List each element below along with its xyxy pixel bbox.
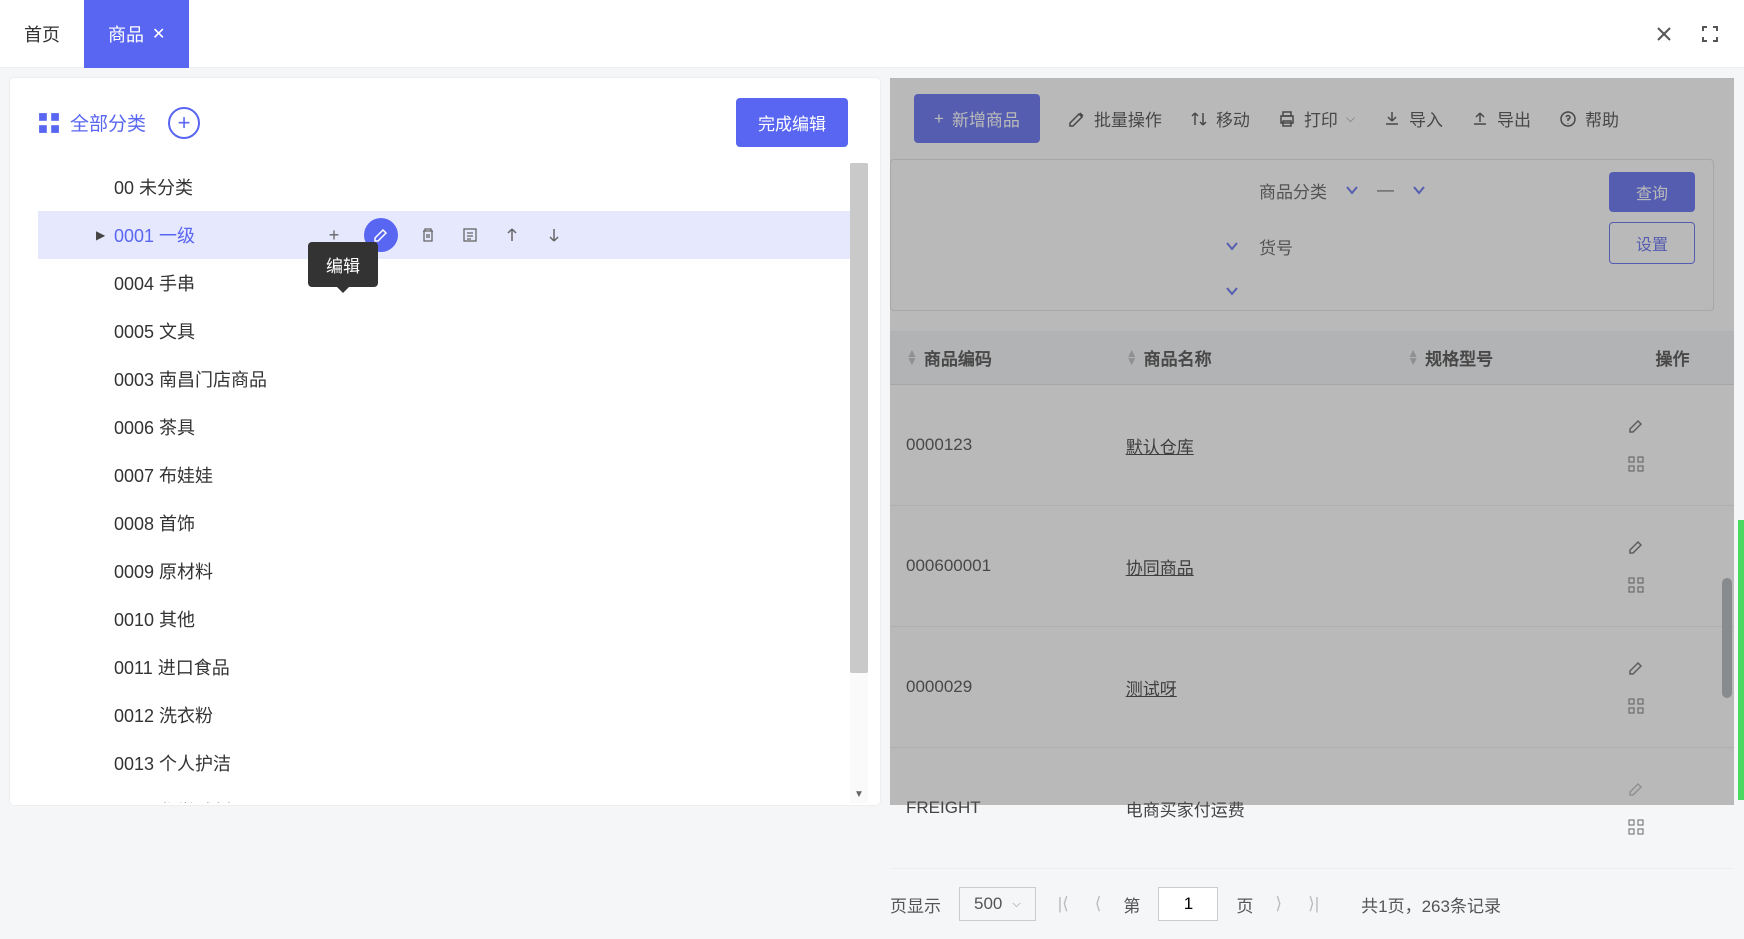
tree-item[interactable]: 0009 原材料: [38, 547, 868, 595]
product-content: +新增商品 批量操作 移动 打印 ⌵ 导入: [890, 78, 1734, 805]
last-page-button[interactable]: ⟩|: [1304, 894, 1323, 914]
tree-item[interactable]: 0013 个人护洁: [38, 739, 868, 787]
per-page-label: 页显示: [890, 892, 941, 917]
close-all-icon[interactable]: [1646, 16, 1682, 52]
fullscreen-icon[interactable]: [1692, 16, 1728, 52]
tree-item[interactable]: 0011 进口食品: [38, 643, 868, 691]
page-input[interactable]: [1158, 887, 1218, 921]
tree-item[interactable]: 0003 南昌门店商品: [38, 355, 868, 403]
tree-item[interactable]: 00 未分类: [38, 163, 868, 211]
category-tree: 00 未分类▶0001 一级+0004 手串0005 文具0003 南昌门店商品…: [38, 163, 868, 803]
delete-button[interactable]: [416, 223, 440, 247]
tab-product[interactable]: 商品 ✕: [84, 0, 189, 68]
tab-bar: 首页 商品 ✕: [0, 0, 1744, 68]
tree-item[interactable]: ▶0001 一级+: [38, 211, 868, 259]
tree-item[interactable]: 0010 其他: [38, 595, 868, 643]
close-icon[interactable]: ✕: [152, 24, 165, 44]
category-panel: 全部分类 + 完成编辑 编辑 00 未分类▶0001 一级+0004 手串000…: [10, 78, 880, 805]
page-pre-label: 第: [1123, 892, 1140, 917]
next-page-button[interactable]: ⟩: [1271, 894, 1286, 914]
finish-edit-button[interactable]: 完成编辑: [736, 98, 848, 147]
resize-indicator: [1738, 520, 1744, 800]
add-category-button[interactable]: +: [168, 107, 200, 139]
page-post-label: 页: [1236, 892, 1253, 917]
edit-tooltip: 编辑: [308, 242, 378, 287]
tree-item[interactable]: 0005 文具: [38, 307, 868, 355]
tree-item[interactable]: 0007 布娃娃: [38, 451, 868, 499]
scrollbar-thumb[interactable]: [850, 163, 868, 673]
caret-icon: ▶: [96, 228, 105, 242]
tree-item[interactable]: 0012 洗衣粉: [38, 691, 868, 739]
row-more-button[interactable]: [1627, 818, 1718, 836]
move-up-button[interactable]: [500, 223, 524, 247]
tab-home[interactable]: 首页: [0, 0, 84, 68]
grid-icon: [38, 112, 60, 134]
overlay: [890, 78, 1734, 805]
tree-item[interactable]: 0004 手串: [38, 259, 868, 307]
tree-item[interactable]: 0006 茶具: [38, 403, 868, 451]
chevron-down-icon: ⌵: [1012, 898, 1020, 911]
move-down-button[interactable]: [542, 223, 566, 247]
sort-button[interactable]: [458, 223, 482, 247]
tree-item[interactable]: 0014 化学试剂: [38, 787, 868, 803]
page-summary: 共1页，263条记录: [1361, 892, 1501, 917]
tree-item[interactable]: 0008 首饰: [38, 499, 868, 547]
prev-page-button[interactable]: ⟨: [1091, 894, 1106, 914]
per-page-select[interactable]: 500 ⌵: [959, 887, 1036, 921]
scroll-down-icon[interactable]: ▼: [850, 785, 868, 803]
pagination: 页显示 500 ⌵ |⟨ ⟨ 第 页 ⟩ ⟩| 共1页，263条记录: [890, 869, 1734, 939]
all-categories[interactable]: 全部分类: [38, 109, 146, 136]
tree-scrollbar[interactable]: ▼: [850, 163, 868, 803]
first-page-button[interactable]: |⟨: [1054, 894, 1073, 914]
